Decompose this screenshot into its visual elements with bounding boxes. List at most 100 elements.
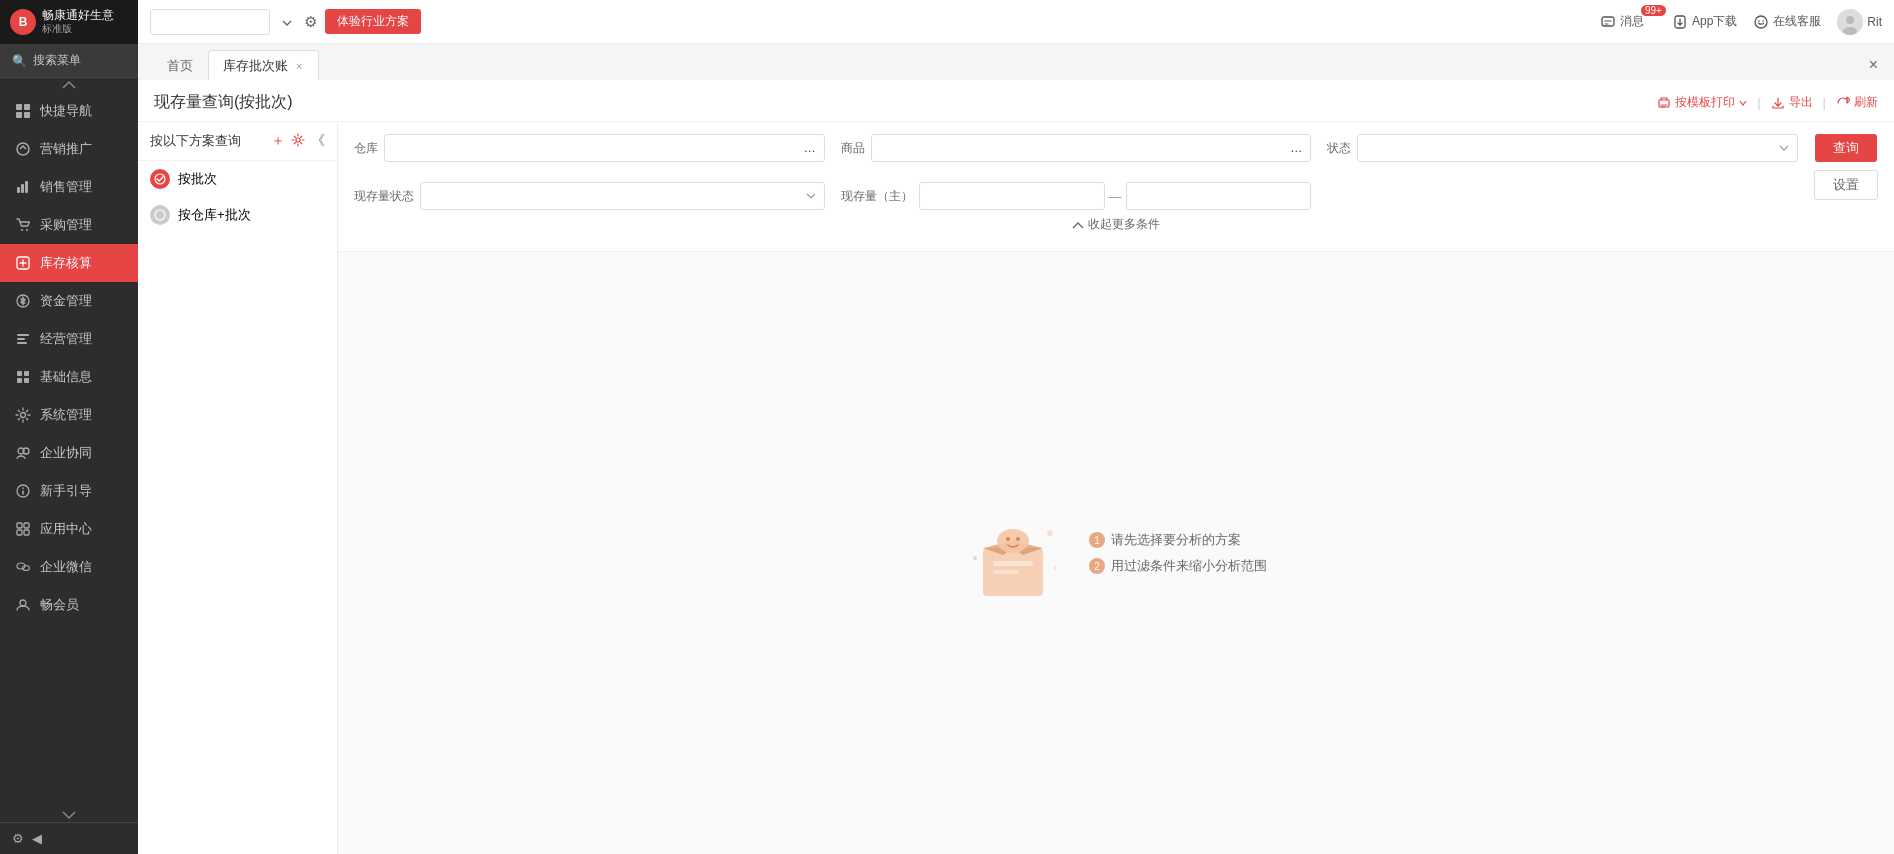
product-input[interactable]: … bbox=[871, 134, 1312, 162]
experience-btn[interactable]: 体验行业方案 bbox=[325, 9, 421, 34]
quick-nav-icon bbox=[14, 102, 32, 120]
sales-icon bbox=[14, 178, 32, 196]
sidebar-item-system[interactable]: 系统管理 bbox=[0, 396, 138, 434]
main-area: ⚙ 体验行业方案 消息 99+ App下载 在线客服 Rit bbox=[138, 0, 1894, 854]
topbar-gear-btn[interactable]: ⚙ bbox=[304, 13, 317, 31]
search-icon: 🔍 bbox=[12, 54, 27, 68]
sidebar-item-basic[interactable]: 基础信息 bbox=[0, 358, 138, 396]
topbar-search-input[interactable] bbox=[150, 9, 270, 35]
warehouse-dots[interactable]: … bbox=[804, 141, 816, 155]
svg-rect-12 bbox=[17, 334, 29, 336]
empty-content: 1 请先选择要分析的方案 2 用过滤条件来缩小分析范围 bbox=[965, 503, 1267, 603]
sidebar-item-operations[interactable]: 经营管理 bbox=[0, 320, 138, 358]
stock-status-select[interactable] bbox=[420, 182, 825, 210]
stock-qty-min-input[interactable] bbox=[919, 182, 1105, 210]
sidebar-item-quick-nav[interactable]: 快捷导航 bbox=[0, 92, 138, 130]
sidebar-item-label: 应用中心 bbox=[40, 520, 92, 538]
tab-close-btn[interactable]: × bbox=[294, 60, 304, 72]
enterprise-icon bbox=[14, 444, 32, 462]
sidebar-item-finance[interactable]: 资金管理 bbox=[0, 282, 138, 320]
page-actions: 按模板打印 | 导出 | 刷新 bbox=[1657, 94, 1878, 111]
svg-rect-3 bbox=[24, 112, 30, 118]
svg-rect-16 bbox=[24, 371, 29, 376]
sidebar-item-marketing[interactable]: 营销推广 bbox=[0, 130, 138, 168]
sidebar-nav: 快捷导航 营销推广 销售管理 采购管理 库存核算 bbox=[0, 92, 138, 808]
scroll-up-arrow[interactable] bbox=[0, 78, 138, 92]
close-all-tabs-btn[interactable]: × bbox=[1869, 56, 1878, 74]
collapse-left-panel-btn[interactable]: 《 bbox=[311, 132, 325, 150]
topbar-dropdown-btn[interactable] bbox=[278, 12, 296, 31]
search-label: 搜索菜单 bbox=[33, 52, 81, 69]
template-print-btn[interactable]: 按模板打印 bbox=[1657, 94, 1747, 111]
sidebar-item-member[interactable]: 畅会员 bbox=[0, 586, 138, 624]
export-btn[interactable]: 导出 bbox=[1771, 94, 1813, 111]
scheme-by-batch[interactable]: 按批次 bbox=[138, 161, 337, 197]
left-panel-title: 按以下方案查询 bbox=[150, 132, 241, 150]
sidebar-item-label: 快捷导航 bbox=[40, 102, 92, 120]
app-download-btn[interactable]: App下载 bbox=[1672, 13, 1737, 30]
query-btn[interactable]: 查询 bbox=[1815, 134, 1877, 162]
status-label: 状态 bbox=[1327, 140, 1351, 157]
svg-point-32 bbox=[1755, 16, 1767, 28]
warehouse-label: 仓库 bbox=[354, 140, 378, 157]
app-center-icon bbox=[14, 520, 32, 538]
marketing-icon bbox=[14, 140, 32, 158]
scheme-settings-btn[interactable] bbox=[291, 133, 305, 150]
product-label: 商品 bbox=[841, 140, 865, 157]
empty-state: 1 请先选择要分析的方案 2 用过滤条件来缩小分析范围 bbox=[338, 252, 1894, 854]
sidebar-item-enterprise[interactable]: 企业协同 bbox=[0, 434, 138, 472]
svg-rect-24 bbox=[24, 523, 29, 528]
tip-text-1: 请先选择要分析的方案 bbox=[1111, 531, 1241, 549]
settings-btn[interactable]: 设置 bbox=[1814, 170, 1878, 200]
online-service-btn[interactable]: 在线客服 bbox=[1753, 13, 1821, 30]
sidebar-item-app-center[interactable]: 应用中心 bbox=[0, 510, 138, 548]
product-dots[interactable]: … bbox=[1290, 141, 1302, 155]
stock-status-label: 现存量状态 bbox=[354, 188, 414, 205]
svg-rect-1 bbox=[24, 104, 30, 110]
product-field: 商品 … bbox=[841, 134, 1312, 162]
sidebar-item-label: 企业微信 bbox=[40, 558, 92, 576]
collapse-more-btn[interactable]: 收起更多条件 bbox=[354, 210, 1878, 239]
svg-point-45 bbox=[1016, 537, 1020, 541]
search-menu[interactable]: 🔍 搜索菜单 bbox=[0, 44, 138, 78]
svg-rect-2 bbox=[16, 112, 22, 118]
sidebar-item-purchase[interactable]: 采购管理 bbox=[0, 206, 138, 244]
svg-rect-17 bbox=[17, 378, 22, 383]
collapse-icon[interactable]: ◀ bbox=[32, 831, 42, 846]
messages-btn[interactable]: 消息 99+ bbox=[1600, 13, 1656, 30]
sidebar-item-inventory[interactable]: 库存核算 bbox=[0, 244, 138, 282]
status-select[interactable] bbox=[1357, 134, 1798, 162]
tip-num-2: 2 bbox=[1089, 558, 1105, 574]
sidebar-item-enterprise-wechat[interactable]: 企业微信 bbox=[0, 548, 138, 586]
filter-row-2: 现存量状态 现存量（主） bbox=[354, 182, 1798, 210]
online-service-label: 在线客服 bbox=[1773, 13, 1821, 30]
scheme-by-warehouse-batch[interactable]: 按仓库+批次 bbox=[138, 197, 337, 233]
template-print-label: 按模板打印 bbox=[1675, 94, 1735, 111]
svg-rect-14 bbox=[17, 342, 27, 344]
svg-rect-18 bbox=[24, 378, 29, 383]
tab-home-label: 首页 bbox=[167, 57, 193, 75]
scheme-by-batch-label: 按批次 bbox=[178, 170, 217, 188]
settings-icon[interactable]: ⚙ bbox=[12, 831, 24, 846]
scroll-down-arrow[interactable] bbox=[0, 808, 138, 822]
tab-batch-account[interactable]: 库存批次账 × bbox=[208, 50, 319, 80]
app-name-block: 畅康通好生意 标准版 bbox=[42, 8, 114, 36]
svg-point-4 bbox=[17, 143, 29, 155]
refresh-btn[interactable]: 刷新 bbox=[1836, 94, 1878, 111]
warehouse-input[interactable]: … bbox=[384, 134, 825, 162]
empty-tip-2: 2 用过滤条件来缩小分析范围 bbox=[1089, 557, 1267, 575]
sidebar-item-guide[interactable]: 新手引导 bbox=[0, 472, 138, 510]
svg-rect-15 bbox=[17, 371, 22, 376]
stock-qty-max-input[interactable] bbox=[1126, 182, 1312, 210]
sidebar-item-sales[interactable]: 销售管理 bbox=[0, 168, 138, 206]
svg-rect-46 bbox=[993, 561, 1033, 566]
filter-area: 仓库 … 商品 … bbox=[338, 122, 1894, 252]
enterprise-wechat-icon bbox=[14, 558, 32, 576]
app-logo: B bbox=[10, 9, 36, 35]
tab-home[interactable]: 首页 bbox=[152, 50, 208, 80]
add-scheme-btn[interactable]: ＋ bbox=[271, 132, 285, 150]
user-avatar-btn[interactable]: Rit bbox=[1837, 9, 1882, 35]
sidebar-item-label: 营销推广 bbox=[40, 140, 92, 158]
basic-icon bbox=[14, 368, 32, 386]
scheme-icon-active bbox=[150, 169, 170, 189]
